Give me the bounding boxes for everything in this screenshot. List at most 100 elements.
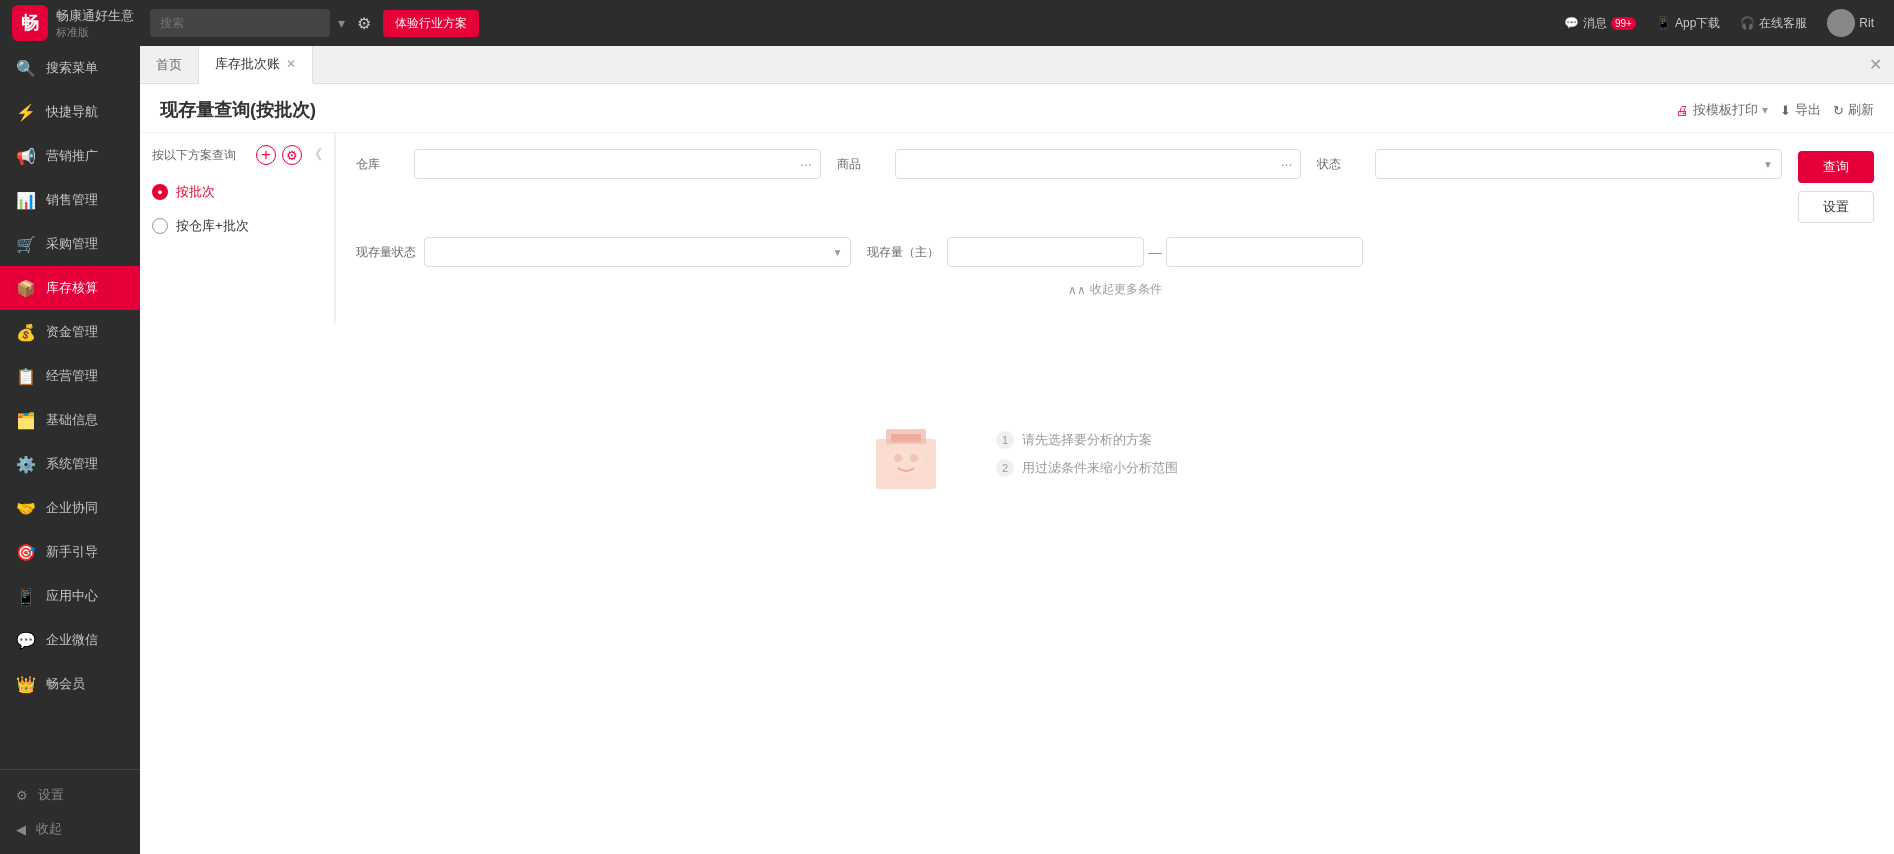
sidebar-item-operations[interactable]: 📋 经营管理 bbox=[0, 354, 140, 398]
top-search-area: ▾ ⚙ 体验行业方案 bbox=[150, 9, 1556, 37]
experience-btn[interactable]: 体验行业方案 bbox=[383, 10, 479, 37]
stock-qty-max-input[interactable] bbox=[1166, 237, 1363, 267]
sidebar-settings-label: 设置 bbox=[38, 786, 64, 804]
sidebar-purchase-icon: 🛒 bbox=[16, 234, 36, 254]
hint-number-1: 1 bbox=[996, 431, 1014, 449]
sidebar-item-system[interactable]: ⚙️ 系统管理 bbox=[0, 442, 140, 486]
app-brand: 畅康通好生意 标准版 bbox=[56, 7, 134, 40]
status-chevron-icon[interactable]: ▼ bbox=[1763, 159, 1773, 170]
sidebar-basic-label: 基础信息 bbox=[46, 411, 98, 429]
scheme-settings-btn[interactable]: ⚙ bbox=[282, 145, 302, 165]
user-name: Rit bbox=[1859, 16, 1874, 30]
product-input[interactable]: ··· bbox=[895, 149, 1302, 179]
sidebar-item-member[interactable]: 👑 畅会员 bbox=[0, 662, 140, 706]
warehouse-input[interactable]: ··· bbox=[414, 149, 821, 179]
sidebar-item-quick-nav[interactable]: ⚡ 快捷导航 bbox=[0, 90, 140, 134]
stock-status-input[interactable]: ▼ bbox=[424, 237, 851, 267]
sidebar-item-sales[interactable]: 📊 销售管理 bbox=[0, 178, 140, 222]
hint-text-1: 请先选择要分析的方案 bbox=[1022, 431, 1152, 449]
warehouse-dots-icon[interactable]: ··· bbox=[800, 156, 812, 172]
collapse-icon: ◀ bbox=[16, 822, 26, 837]
close-tab-icon[interactable]: ✕ bbox=[1869, 55, 1882, 74]
sidebar-sales-icon: 📊 bbox=[16, 190, 36, 210]
online-service-nav-item[interactable]: 🎧 在线客服 bbox=[1732, 11, 1815, 36]
svg-rect-2 bbox=[891, 434, 921, 442]
scheme-collapse-icon[interactable]: 《 bbox=[308, 146, 322, 164]
stock-qty-range: — bbox=[947, 237, 1362, 267]
sidebar-system-label: 系统管理 bbox=[46, 455, 98, 473]
sidebar-item-app-center[interactable]: 📱 应用中心 bbox=[0, 574, 140, 618]
sidebar-item-marketing[interactable]: 📢 营销推广 bbox=[0, 134, 140, 178]
tab-home[interactable]: 首页 bbox=[140, 46, 199, 84]
stock-status-label: 现存量状态 bbox=[356, 244, 416, 261]
sidebar-quick-nav-label: 快捷导航 bbox=[46, 103, 98, 121]
sidebar-search-menu-icon: 🔍 bbox=[16, 58, 36, 78]
svg-point-5 bbox=[910, 454, 918, 462]
warehouse-label: 仓库 bbox=[356, 156, 406, 173]
sidebar-inventory-label: 库存核算 bbox=[46, 279, 98, 297]
sidebar-marketing-label: 营销推广 bbox=[46, 147, 98, 165]
collapse-conditions-btn[interactable]: ∧∧ 收起更多条件 bbox=[356, 275, 1874, 308]
sidebar-item-purchase[interactable]: 🛒 采购管理 bbox=[0, 222, 140, 266]
sidebar-item-basic[interactable]: 🗂️ 基础信息 bbox=[0, 398, 140, 442]
sidebar-member-label: 畅会员 bbox=[46, 675, 85, 693]
messages-nav-item[interactable]: 💬 消息 99+ bbox=[1556, 11, 1644, 36]
scheme-item-by-warehouse-batch[interactable]: 按仓库+批次 bbox=[140, 209, 334, 243]
scheme-header-actions: + ⚙ 《 bbox=[256, 145, 322, 165]
print-template-btn[interactable]: 按模板打印 bbox=[1693, 101, 1758, 119]
stock-qty-min-input[interactable] bbox=[947, 237, 1144, 267]
status-input[interactable]: ▼ bbox=[1375, 149, 1782, 179]
refresh-btn[interactable]: ↻ 刷新 bbox=[1833, 101, 1874, 119]
tab-close-inventory-batch[interactable]: ✕ bbox=[286, 57, 296, 71]
settings-button[interactable]: 设置 bbox=[1798, 191, 1874, 223]
sidebar-enterprise-wechat-label: 企业微信 bbox=[46, 631, 98, 649]
page-actions: 🖨 按模板打印 ▾ ⬇ 导出 ↻ 刷新 bbox=[1676, 101, 1874, 119]
user-nav-item[interactable]: Rit bbox=[1819, 5, 1882, 41]
sidebar: 🔍 搜索菜单 ⚡ 快捷导航 📢 营销推广 📊 销售管理 🛒 采购管理 📦 库存核… bbox=[0, 46, 140, 854]
app-title: 畅康通好生意 bbox=[56, 7, 134, 25]
sidebar-purchase-label: 采购管理 bbox=[46, 235, 98, 253]
scheme-dot-by-warehouse-batch bbox=[152, 218, 168, 234]
search-dropdown-icon[interactable]: ▾ bbox=[338, 15, 345, 31]
scheme-panel: 按以下方案查询 + ⚙ 《 ● 按批次 按仓库+批次 bbox=[140, 133, 335, 324]
tab-inventory-batch[interactable]: 库存批次账✕ bbox=[199, 46, 313, 84]
sidebar-inventory-icon: 📦 bbox=[16, 278, 36, 298]
sidebar-item-enterprise[interactable]: 🤝 企业协同 bbox=[0, 486, 140, 530]
export-btn[interactable]: ⬇ 导出 bbox=[1780, 101, 1821, 119]
sidebar-operations-label: 经营管理 bbox=[46, 367, 98, 385]
messages-label: 消息 bbox=[1583, 15, 1607, 32]
page-content: 现存量查询(按批次) 🖨 按模板打印 ▾ ⬇ 导出 ↻ 刷新 bbox=[140, 84, 1894, 854]
sidebar-item-inventory[interactable]: 📦 库存核算 bbox=[0, 266, 140, 310]
sidebar-app-center-label: 应用中心 bbox=[46, 587, 98, 605]
query-button[interactable]: 查询 bbox=[1798, 151, 1874, 183]
stock-status-chevron-icon[interactable]: ▼ bbox=[832, 247, 842, 258]
sidebar-settings[interactable]: ⚙ 设置 bbox=[0, 778, 140, 812]
export-label: 导出 bbox=[1795, 101, 1821, 119]
app-download-nav-item[interactable]: 📱 App下载 bbox=[1648, 11, 1728, 36]
headset-icon: 🎧 bbox=[1740, 16, 1755, 30]
sidebar-app-center-icon: 📱 bbox=[16, 586, 36, 606]
filter-section: 按以下方案查询 + ⚙ 《 ● 按批次 按仓库+批次 bbox=[140, 133, 1894, 324]
product-dots-icon[interactable]: ··· bbox=[1281, 156, 1293, 172]
sidebar-enterprise-label: 企业协同 bbox=[46, 499, 98, 517]
app-logo: 畅 bbox=[12, 5, 48, 41]
sidebar-item-newbie[interactable]: 🎯 新手引导 bbox=[0, 530, 140, 574]
sidebar-newbie-icon: 🎯 bbox=[16, 542, 36, 562]
sidebar-search-menu-label: 搜索菜单 bbox=[46, 59, 98, 77]
scheme-label-by-warehouse-batch: 按仓库+批次 bbox=[176, 217, 249, 235]
scheme-item-by-batch[interactable]: ● 按批次 bbox=[140, 175, 334, 209]
print-template-area: 🖨 按模板打印 ▾ bbox=[1676, 101, 1768, 119]
app-subtitle: 标准版 bbox=[56, 25, 134, 40]
sidebar-item-enterprise-wechat[interactable]: 💬 企业微信 bbox=[0, 618, 140, 662]
scheme-add-btn[interactable]: + bbox=[256, 145, 276, 165]
print-icon: 🖨 bbox=[1676, 103, 1689, 118]
top-search-input[interactable] bbox=[150, 9, 330, 37]
print-dropdown-icon[interactable]: ▾ bbox=[1762, 103, 1768, 117]
sidebar-item-search-menu[interactable]: 🔍 搜索菜单 bbox=[0, 46, 140, 90]
sidebar-item-finance[interactable]: 💰 资金管理 bbox=[0, 310, 140, 354]
top-bar: 畅 畅康通好生意 标准版 ▾ ⚙ 体验行业方案 💬 消息 99+ 📱 App下载… bbox=[0, 0, 1894, 46]
top-gear-icon[interactable]: ⚙ bbox=[353, 10, 375, 37]
svg-point-4 bbox=[894, 454, 902, 462]
sidebar-collapse[interactable]: ◀ 收起 bbox=[0, 812, 140, 846]
sidebar-collapse-label: 收起 bbox=[36, 820, 62, 838]
